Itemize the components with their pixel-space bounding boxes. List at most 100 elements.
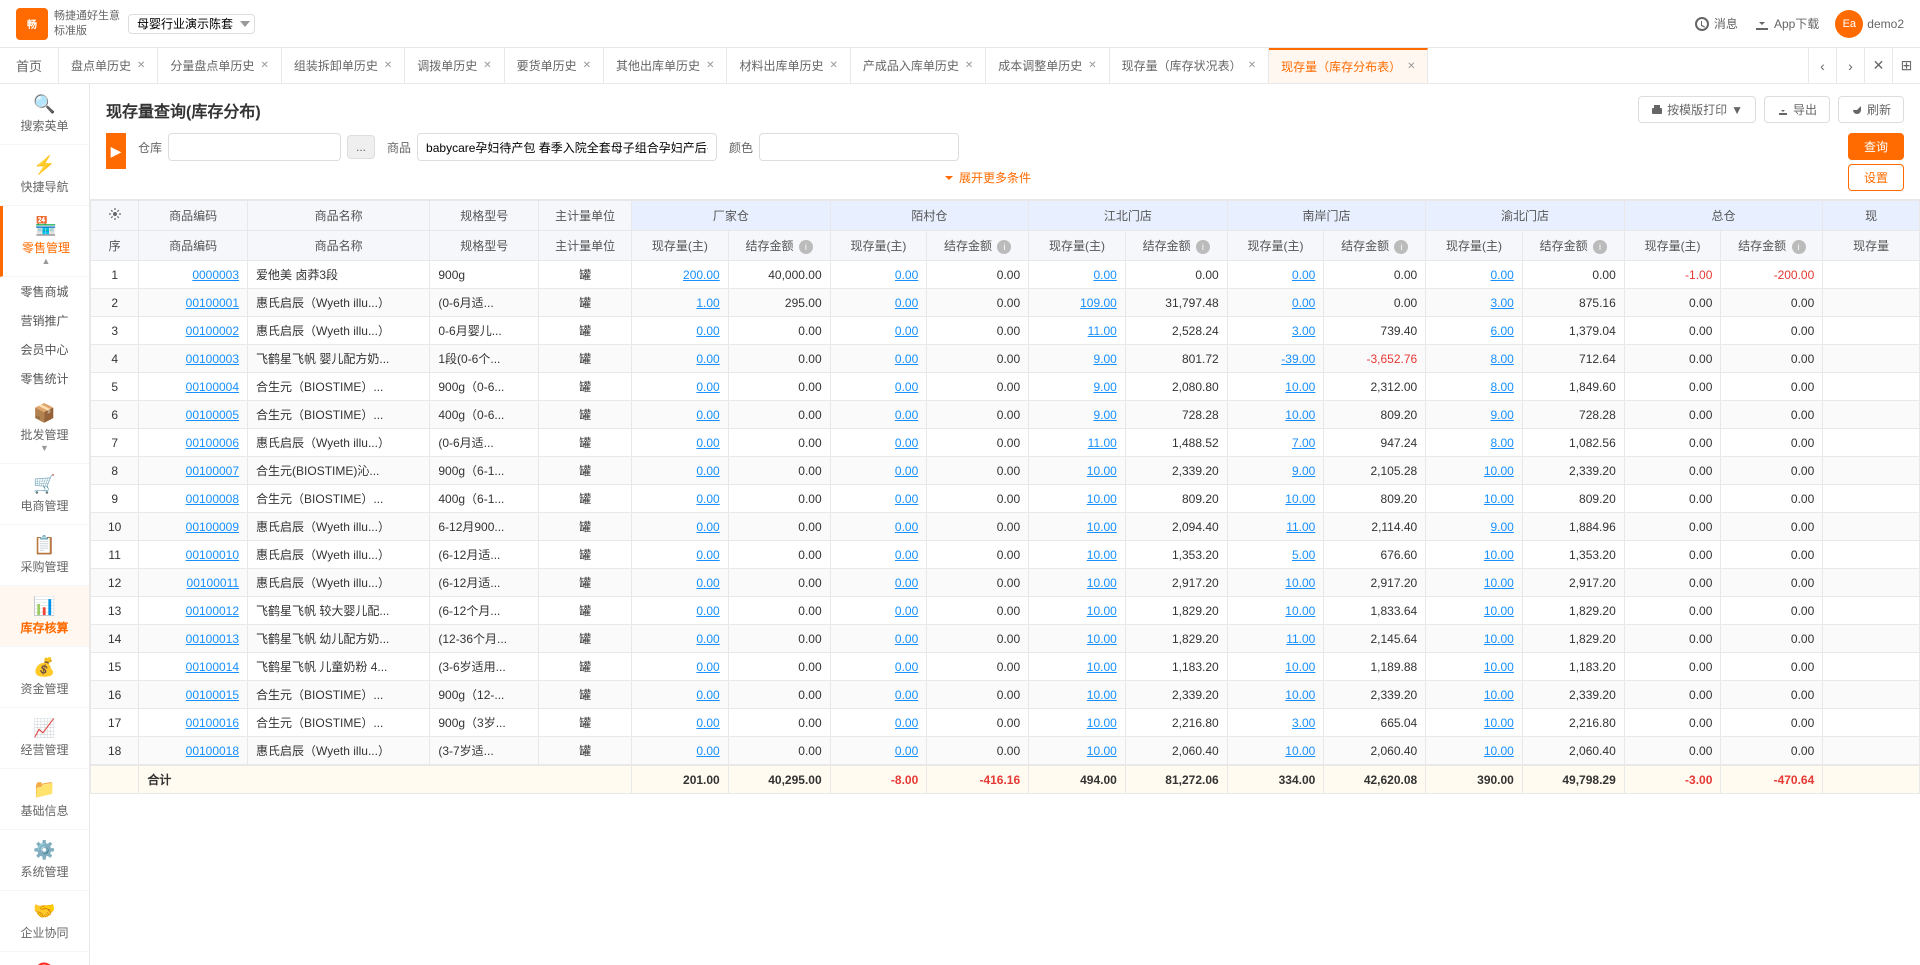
tab-close[interactable]: ✕ — [260, 60, 268, 71]
table-cell[interactable]: 9.00 — [1029, 345, 1126, 373]
table-cell[interactable]: 10.00 — [1029, 513, 1126, 541]
table-cell[interactable]: 00100007 — [139, 457, 248, 485]
table-cell[interactable]: 10.00 — [1227, 569, 1324, 597]
table-cell[interactable]: 0.00 — [830, 485, 927, 513]
table-cell[interactable]: 00100004 — [139, 373, 248, 401]
table-cell[interactable]: 10.00 — [1227, 401, 1324, 429]
jb-amt-info[interactable]: i — [1196, 240, 1210, 254]
sidebar-item-retailshop[interactable]: 零售商城 — [0, 277, 89, 306]
table-cell[interactable]: 3.00 — [1227, 317, 1324, 345]
tab-expand-btn[interactable]: ⊞ — [1892, 48, 1920, 84]
table-cell[interactable]: 0.00 — [830, 597, 927, 625]
sidebar-item-wholesale[interactable]: 📦 批发管理 ▼ — [0, 393, 89, 464]
table-cell[interactable]: 00100014 — [139, 653, 248, 681]
table-cell[interactable]: 00100006 — [139, 429, 248, 457]
tab-close[interactable]: ✕ — [829, 60, 837, 71]
table-cell[interactable]: -39.00 — [1227, 345, 1324, 373]
table-cell[interactable]: 0.00 — [830, 401, 927, 429]
table-cell[interactable]: 10.00 — [1029, 737, 1126, 766]
table-cell[interactable]: 9.00 — [1029, 401, 1126, 429]
tab-close[interactable]: ✕ — [583, 60, 591, 71]
table-cell[interactable]: 10.00 — [1426, 625, 1523, 653]
table-cell[interactable]: 00100018 — [139, 737, 248, 766]
table-cell[interactable]: 0.00 — [632, 653, 729, 681]
table-cell[interactable]: 0.00 — [1426, 261, 1523, 289]
export-btn[interactable]: 导出 — [1764, 96, 1830, 123]
table-cell[interactable]: 3.00 — [1426, 289, 1523, 317]
sidebar-item-guide[interactable]: 🎯 新手引导 — [0, 952, 89, 965]
table-cell[interactable]: 9.00 — [1227, 457, 1324, 485]
tab-close[interactable]: ✕ — [706, 60, 714, 71]
table-cell[interactable]: 0.00 — [830, 345, 927, 373]
table-cell[interactable]: 10.00 — [1426, 541, 1523, 569]
table-cell[interactable]: 0.00 — [830, 681, 927, 709]
table-cell[interactable]: 0.00 — [830, 457, 927, 485]
tab-close[interactable]: ✕ — [384, 60, 392, 71]
table-cell[interactable]: 8.00 — [1426, 429, 1523, 457]
table-cell[interactable]: 8.00 — [1426, 345, 1523, 373]
tot-amt-info[interactable]: i — [1792, 240, 1806, 254]
tab-close[interactable]: ✕ — [1407, 61, 1415, 72]
table-cell[interactable]: 9.00 — [1426, 513, 1523, 541]
sidebar-item-basic[interactable]: 📁 基础信息 — [0, 769, 89, 830]
table-cell[interactable]: 10.00 — [1227, 597, 1324, 625]
table-cell[interactable]: 5.00 — [1227, 541, 1324, 569]
table-cell[interactable]: 10.00 — [1029, 457, 1126, 485]
table-cell[interactable]: 8.00 — [1426, 373, 1523, 401]
tab-盘点单历史[interactable]: 盘点单历史 ✕ — [59, 48, 158, 84]
table-cell[interactable]: 0.00 — [632, 737, 729, 766]
tab-其他出库单历史[interactable]: 其他出库单历史 ✕ — [604, 48, 727, 84]
table-cell[interactable]: 0.00 — [830, 513, 927, 541]
industry-select[interactable]: 母婴行业演示陈套 — [128, 14, 255, 34]
table-cell[interactable]: 10.00 — [1227, 681, 1324, 709]
tab-prev-btn[interactable]: ‹ — [1808, 48, 1836, 84]
query-btn[interactable]: 查询 — [1848, 133, 1904, 160]
table-cell[interactable]: 0.00 — [830, 541, 927, 569]
sidebar-item-quicknav[interactable]: ⚡ 快捷导航 — [0, 145, 89, 206]
table-cell[interactable]: 10.00 — [1426, 569, 1523, 597]
table-cell[interactable]: 1.00 — [632, 289, 729, 317]
sidebar-item-collab[interactable]: 🤝 企业协同 — [0, 891, 89, 952]
table-cell[interactable]: 0.00 — [632, 401, 729, 429]
table-cell[interactable]: 0.00 — [830, 569, 927, 597]
warehouse-input[interactable] — [168, 133, 341, 161]
sidebar-item-purchase[interactable]: 📋 采购管理 — [0, 525, 89, 586]
table-cell[interactable]: 0.00 — [632, 541, 729, 569]
tab-close[interactable]: ✕ — [137, 60, 145, 71]
table-cell[interactable]: 0.00 — [632, 513, 729, 541]
moc-amt-info[interactable]: i — [997, 240, 1011, 254]
warehouse-dots-btn[interactable]: ... — [347, 135, 375, 159]
yb-amt-info[interactable]: i — [1593, 240, 1607, 254]
table-cell[interactable]: 10.00 — [1426, 737, 1523, 766]
table-cell[interactable]: 9.00 — [1426, 401, 1523, 429]
table-cell[interactable]: 10.00 — [1029, 681, 1126, 709]
tab-home[interactable]: 首页 — [0, 48, 59, 84]
table-cell[interactable]: 11.00 — [1227, 513, 1324, 541]
product-input[interactable] — [417, 133, 717, 161]
table-cell[interactable]: 00100008 — [139, 485, 248, 513]
table-cell[interactable]: 0.00 — [632, 709, 729, 737]
tab-组装拆卸单历史[interactable]: 组装拆卸单历史 ✕ — [282, 48, 405, 84]
sidebar-item-search[interactable]: 🔍 搜索英单 — [0, 84, 89, 145]
table-cell[interactable]: 0.00 — [632, 569, 729, 597]
table-cell[interactable]: 0.00 — [1029, 261, 1126, 289]
table-cell[interactable]: 10.00 — [1029, 541, 1126, 569]
table-cell[interactable]: 0.00 — [830, 373, 927, 401]
color-input[interactable] — [759, 133, 959, 161]
message-btn[interactable]: 消息 — [1694, 15, 1738, 32]
sidebar-item-finance[interactable]: 💰 资金管理 — [0, 647, 89, 708]
table-cell[interactable]: 9.00 — [1029, 373, 1126, 401]
table-cell[interactable]: 00100013 — [139, 625, 248, 653]
print-btn[interactable]: 按模版打印 ▼ — [1638, 96, 1756, 123]
table-cell[interactable]: 10.00 — [1227, 653, 1324, 681]
tab-要货单历史[interactable]: 要货单历史 ✕ — [505, 48, 604, 84]
sidebar-item-retail[interactable]: 🏪 零售管理 ▲ — [0, 206, 89, 277]
table-cell[interactable]: 10.00 — [1227, 373, 1324, 401]
table-cell[interactable]: 10.00 — [1426, 681, 1523, 709]
table-cell[interactable]: 0.00 — [632, 681, 729, 709]
table-cell[interactable]: 00100012 — [139, 597, 248, 625]
table-cell[interactable]: 00100016 — [139, 709, 248, 737]
filter-toggle-btn[interactable]: ▶ — [106, 133, 126, 169]
table-cell[interactable]: 0.00 — [1227, 261, 1324, 289]
table-cell[interactable]: 00100002 — [139, 317, 248, 345]
